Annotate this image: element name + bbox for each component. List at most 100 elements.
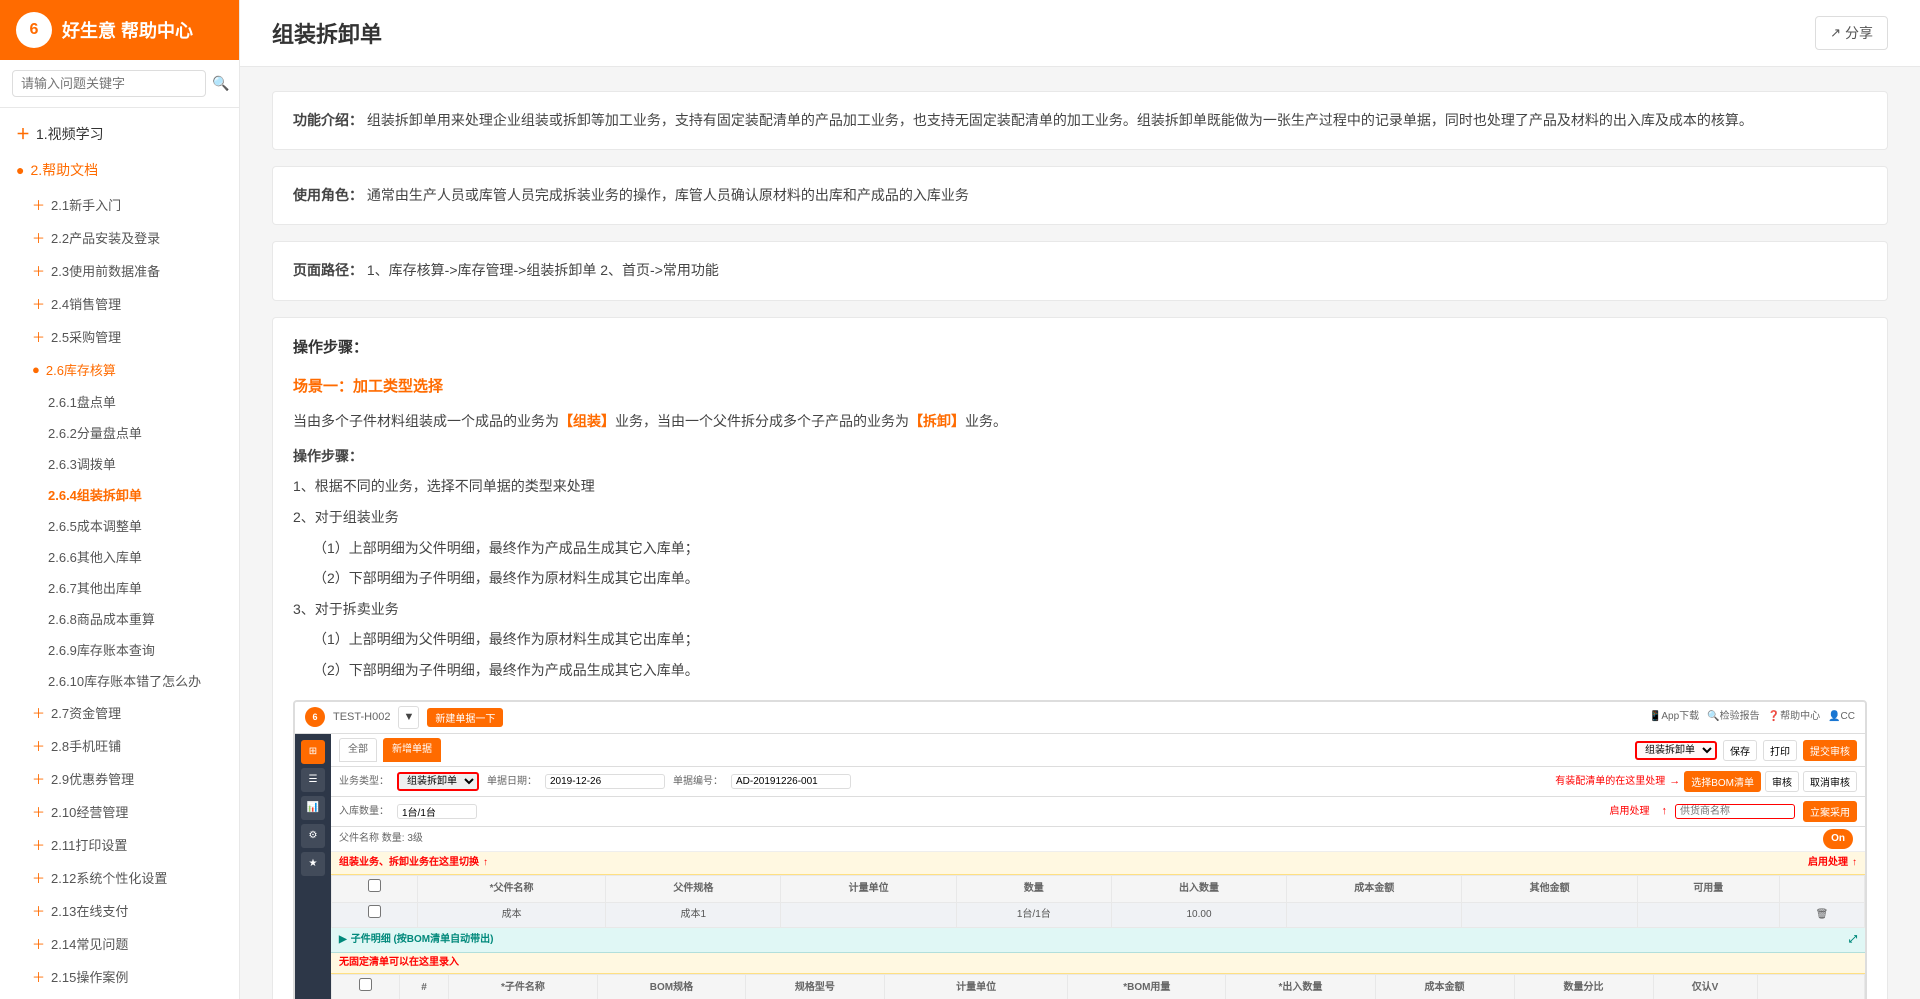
- plus-icon-small: ＋: [32, 868, 45, 887]
- mock-bottom-section-header: ▶ 子件明细 (按BOM清单自动带出) ⤢: [331, 928, 1865, 953]
- sidebar-item-sales[interactable]: ＋ 2.4销售管理: [16, 287, 239, 320]
- mock-top-table: *父件名称 父件规格 计量单位 数量 出入数量 成本金额 其他金额 可用量: [331, 875, 1865, 928]
- sidebar-item-2-6-3[interactable]: 2.6.3调拨单: [32, 448, 239, 479]
- sidebar-item-2-6-4[interactable]: 2.6.4组装拆卸单: [32, 479, 239, 510]
- mock-bottom-table: # *子件名称 BOM规格 规格型号 计量单位 *BOM用量 *出入数量 成本金…: [331, 974, 1865, 999]
- app-logo: 6: [16, 12, 52, 48]
- sidebar-item-2-6-5[interactable]: 2.6.5成本调整单: [32, 510, 239, 541]
- mock-form-row1: 业务类型： 组装拆卸单 单据日期： 单据编号：: [331, 767, 1865, 797]
- minus-icon: ●: [16, 162, 24, 178]
- annotation-no-fixed: 无固定清单可以在这里录入: [331, 953, 1865, 974]
- mock-sidebar-icons: ⊞ ☰ 📊 ⚙ ★: [295, 734, 331, 999]
- table-header-row-bottom: # *子件名称 BOM规格 规格型号 计量单位 *BOM用量 *出入数量 成本金…: [332, 975, 1865, 999]
- th-io-qty: 出入数量: [1111, 876, 1286, 903]
- app-title: 好生意 帮助中心: [62, 17, 193, 43]
- sidebar-nav: ＋ 1.视频学习 ● 2.帮助文档 ＋ 2.1新手入门 ＋ 2.2产品安装及登录: [0, 108, 239, 999]
- sidebar-item-2-6-10[interactable]: 2.6.10库存账本错了怎么办: [32, 665, 239, 696]
- bth-check: [332, 975, 400, 999]
- scenario1-heading: 场景一：加工类型选择: [293, 373, 1867, 400]
- th-cost: 成本金额: [1287, 876, 1462, 903]
- sidebar-item-coupons[interactable]: ＋ 2.9优惠券管理: [16, 762, 239, 795]
- app-download: 📱App下载: [1649, 708, 1699, 726]
- sidebar-item-payment[interactable]: ＋ 2.13在线支付: [16, 894, 239, 927]
- sidebar-item-pre-data[interactable]: ＋ 2.3使用前数据准备: [16, 254, 239, 287]
- plus-icon-small: ＋: [32, 802, 45, 821]
- search-input[interactable]: [12, 70, 206, 97]
- sidebar-item-video[interactable]: ＋ 1.视频学习: [0, 116, 239, 152]
- path-text: 1、库存核算->库存管理->组装拆卸单 2、首页->常用功能: [367, 262, 719, 278]
- sidebar-item-system[interactable]: ＋ 2.12系统个性化设置: [16, 861, 239, 894]
- sidebar-header: 6 好生意 帮助中心: [0, 0, 239, 60]
- plus-icon-small: ＋: [32, 835, 45, 854]
- sidebar-item-print[interactable]: ＋ 2.11打印设置: [16, 828, 239, 861]
- mock-apply-btn[interactable]: 立案采用: [1803, 801, 1857, 822]
- sidebar-item-inventory[interactable]: ● 2.6库存核算: [16, 353, 239, 386]
- plus-icon: ＋: [16, 124, 30, 144]
- mock-label-type: 业务类型：: [339, 773, 389, 791]
- sidebar-item-2-6-7[interactable]: 2.6.7其他出库单: [32, 572, 239, 603]
- intro-block: 功能介绍： 组装拆卸单用来处理企业组装或拆卸等加工业务，支持有固定装配清单的产品…: [272, 91, 1888, 150]
- scenario1-desc: 当由多个子件材料组装成一个成品的业务为【组装】业务，当由一个父件拆分成多个子产品…: [293, 408, 1867, 435]
- th-check-input[interactable]: [368, 879, 381, 892]
- sidebar-item-2-6-6[interactable]: 2.6.6其他入库单: [32, 541, 239, 572]
- td-action: 🗑: [1779, 903, 1864, 928]
- mock-section-row: 父件名称 数量: 3级 On: [331, 827, 1865, 852]
- mock-bottom-table-wrapper: # *子件名称 BOM规格 规格型号 计量单位 *BOM用量 *出入数量 成本金…: [331, 974, 1865, 999]
- plus-icon-small: ＋: [32, 769, 45, 788]
- th-qty: 数量: [956, 876, 1111, 903]
- mock-tab-all[interactable]: 全部: [339, 738, 377, 762]
- mock-tab-new[interactable]: 新增单据: [383, 738, 441, 762]
- sidebar-item-2-6-2[interactable]: 2.6.2分量盘点单: [32, 417, 239, 448]
- mock-submit-btn[interactable]: 提交审核: [1803, 740, 1857, 761]
- sidebar-item-install[interactable]: ＋ 2.2产品安装及登录: [16, 221, 239, 254]
- mock-no-input[interactable]: [731, 774, 851, 789]
- sidebar-item-cases[interactable]: ＋ 2.15操作案例: [16, 960, 239, 993]
- search-button[interactable]: 🔍: [212, 75, 229, 92]
- arrow-switch: ↑: [483, 854, 488, 872]
- mock-tabs-row: 全部 新增单据 组装拆卸单 保存 打印 提交审核: [331, 734, 1865, 767]
- sidebar-item-purchase[interactable]: ＋ 2.5采购管理: [16, 320, 239, 353]
- arrow-enable-up: ↑: [1662, 802, 1668, 822]
- bth-spec: 规格型号: [745, 975, 884, 999]
- search-box: 🔍: [0, 60, 239, 108]
- mock-body: ⊞ ☰ 📊 ⚙ ★ 全部 新增单据: [295, 734, 1865, 999]
- on-toggle[interactable]: On: [1823, 829, 1853, 849]
- nav-section-video: ＋ 1.视频学习: [0, 116, 239, 152]
- th-unit: 计量单位: [781, 876, 956, 903]
- ops-heading: 操作步骤：: [293, 334, 1867, 361]
- mock-print-btn[interactable]: 打印: [1763, 740, 1797, 761]
- mock-btn3[interactable]: 取消审核: [1803, 771, 1857, 792]
- sidebar-item-faq[interactable]: ＋ 2.14常见问题: [16, 927, 239, 960]
- mock-date-input[interactable]: [545, 774, 665, 789]
- mock-icon-home: ⊞: [301, 740, 325, 764]
- callout-enable: 启用处理: [1610, 803, 1650, 821]
- mock-supplier-input[interactable]: [1675, 804, 1795, 819]
- sidebar-item-help-docs[interactable]: ● 2.帮助文档: [0, 152, 239, 188]
- mock-app: 6 TEST-H002 ▼ 新建单据一下 📱App下载 🔍检验报告 ❓帮助中心 …: [293, 700, 1867, 999]
- mock-business-type[interactable]: 组装拆卸单: [397, 772, 479, 791]
- mock-btn2[interactable]: 审核: [1765, 771, 1799, 792]
- mock-bom-btn[interactable]: 选择BOM清单: [1684, 771, 1761, 792]
- mock-count-input[interactable]: [397, 804, 477, 819]
- role-block: 使用角色： 通常由生产人员或库管人员完成拆装业务的操作，库管人员确认原材料的出库…: [272, 166, 1888, 225]
- sidebar-item-2-6-8[interactable]: 2.6.8商品成本重算: [32, 603, 239, 634]
- mock-icon-list: ☰: [301, 768, 325, 792]
- mock-company: TEST-H002: [333, 708, 390, 728]
- sidebar-item-ops[interactable]: ＋ 2.10经营管理: [16, 795, 239, 828]
- mock-save-btn[interactable]: 保存: [1723, 740, 1757, 761]
- mock-new-order-btn[interactable]: 新建单据一下: [427, 708, 503, 727]
- th-parent-name: *父件名称: [417, 876, 605, 903]
- sidebar-item-finance[interactable]: ＋ 2.7资金管理: [16, 696, 239, 729]
- share-label: 分享: [1845, 23, 1873, 43]
- sidebar-item-2-6-1[interactable]: 2.6.1盘点单: [32, 386, 239, 417]
- td-other: [1462, 903, 1637, 928]
- annotation-row: 组装业务、拆卸业务在这里切换 ↑ 启用处理 ↑: [331, 852, 1865, 875]
- sidebar-item-new-user[interactable]: ＋ 2.1新手入门: [16, 188, 239, 221]
- mock-type-select[interactable]: 组装拆卸单: [1635, 741, 1717, 760]
- share-button[interactable]: ↗ 分享: [1815, 16, 1888, 50]
- sidebar-item-2-6-9[interactable]: 2.6.9库存账本查询: [32, 634, 239, 665]
- sidebar-item-mobile[interactable]: ＋ 2.8手机旺铺: [16, 729, 239, 762]
- mock-icon-settings: ⚙: [301, 824, 325, 848]
- td-io-qty: 10.00: [1111, 903, 1286, 928]
- step3-1: （1）上部明细为父件明细，最终作为原材料生成其它出库单；: [313, 626, 1867, 653]
